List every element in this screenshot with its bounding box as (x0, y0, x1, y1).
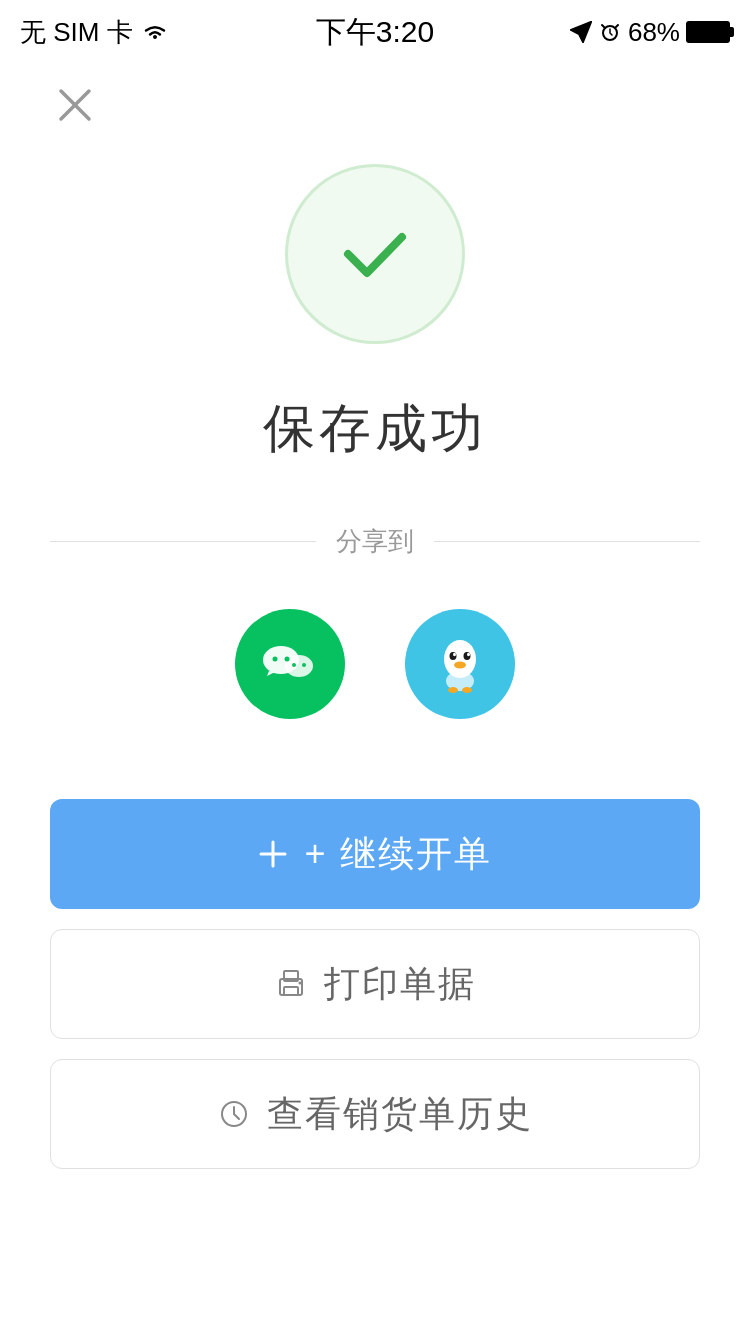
check-icon (330, 209, 420, 299)
battery-icon (686, 21, 730, 43)
qq-share-button[interactable] (405, 609, 515, 719)
no-sim-text: 无 SIM 卡 (20, 15, 133, 50)
close-button[interactable] (50, 80, 100, 130)
print-icon (274, 967, 308, 1001)
wechat-share-button[interactable] (235, 609, 345, 719)
svg-point-17 (462, 687, 472, 693)
divider-line-left (50, 541, 316, 542)
share-label: 分享到 (336, 524, 414, 559)
wifi-icon (141, 21, 169, 43)
status-right: 68% (570, 17, 730, 48)
svg-point-14 (454, 662, 466, 669)
qq-icon (429, 633, 491, 695)
alarm-icon (598, 20, 622, 44)
svg-point-6 (285, 657, 290, 662)
continue-button[interactable]: + 继续开单 (50, 799, 700, 909)
close-icon (57, 87, 93, 123)
share-icons-row (235, 609, 515, 719)
svg-point-13 (467, 653, 470, 657)
history-button[interactable]: 查看销货单历史 (50, 1059, 700, 1169)
svg-point-12 (453, 653, 456, 657)
status-time: 下午3:20 (316, 12, 434, 53)
history-label: 查看销货单历史 (267, 1090, 533, 1139)
wechat-icon (259, 636, 321, 692)
svg-point-16 (448, 687, 458, 693)
battery-text: 68% (628, 17, 680, 48)
svg-point-5 (273, 657, 278, 662)
continue-label: + 继续开单 (304, 830, 491, 879)
divider-line-right (434, 541, 700, 542)
main-content: 保存成功 分享到 (0, 64, 750, 1209)
success-circle (285, 164, 465, 344)
plus-icon (258, 839, 288, 869)
svg-point-8 (302, 663, 306, 667)
share-divider: 分享到 (50, 524, 700, 559)
status-left: 无 SIM 卡 (20, 15, 169, 50)
svg-point-23 (299, 982, 302, 985)
status-bar: 无 SIM 卡 下午3:20 68% (0, 0, 750, 64)
svg-point-7 (292, 663, 296, 667)
action-buttons: + 继续开单 打印单据 查看销货单历史 (50, 799, 700, 1169)
print-label: 打印单据 (324, 960, 476, 1009)
history-icon (217, 1097, 251, 1131)
success-title: 保存成功 (263, 394, 487, 464)
print-button[interactable]: 打印单据 (50, 929, 700, 1039)
svg-rect-22 (284, 987, 298, 995)
location-icon (570, 21, 592, 43)
